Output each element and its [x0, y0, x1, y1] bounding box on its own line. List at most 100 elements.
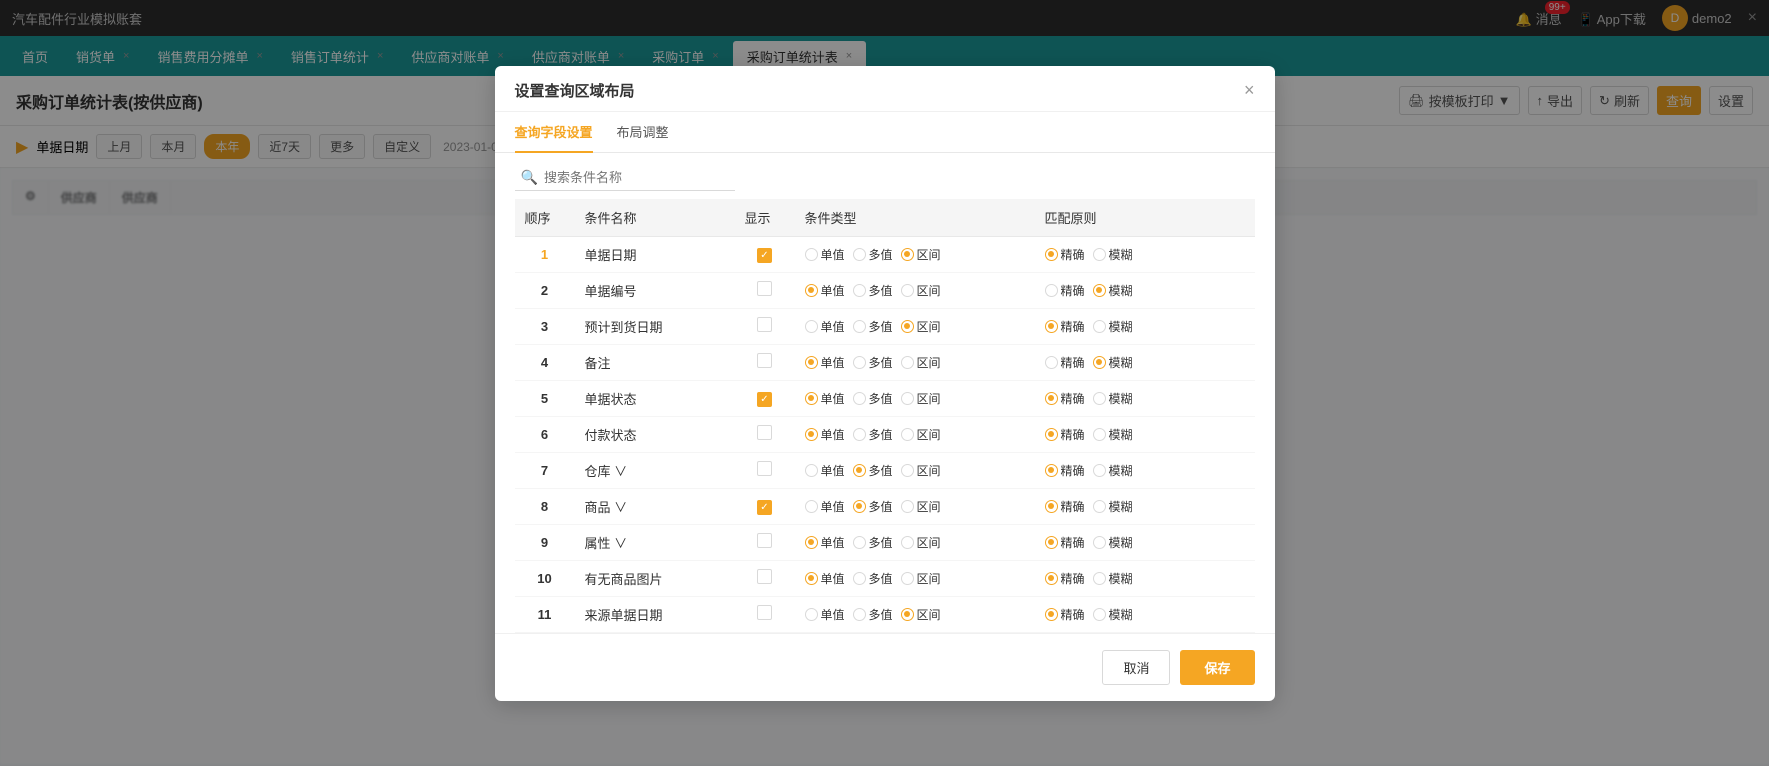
- type-option-多值-4[interactable]: 多值: [853, 390, 893, 407]
- search-input-wrap[interactable]: 🔍: [515, 165, 735, 191]
- display-checkbox-9[interactable]: [757, 569, 772, 584]
- type-radio-区间-1[interactable]: [901, 284, 914, 297]
- match-radio-精确-9[interactable]: [1045, 572, 1058, 585]
- display-checkbox-5[interactable]: [757, 425, 772, 440]
- type-radio-多值-3[interactable]: [853, 356, 866, 369]
- type-option-多值-6[interactable]: 多值: [853, 462, 893, 479]
- match-option-精确-8[interactable]: 精确: [1045, 534, 1085, 551]
- type-option-多值-2[interactable]: 多值: [853, 318, 893, 335]
- match-radio-模糊-2[interactable]: [1093, 320, 1106, 333]
- display-checkbox-6[interactable]: [757, 461, 772, 476]
- type-radio-区间-9[interactable]: [901, 572, 914, 585]
- search-input[interactable]: [544, 170, 724, 185]
- match-option-模糊-10[interactable]: 模糊: [1093, 606, 1133, 623]
- type-option-单值-0[interactable]: 单值: [805, 246, 845, 263]
- match-option-模糊-8[interactable]: 模糊: [1093, 534, 1133, 551]
- type-option-单值-6[interactable]: 单值: [805, 462, 845, 479]
- type-option-单值-5[interactable]: 单值: [805, 426, 845, 443]
- match-radio-模糊-9[interactable]: [1093, 572, 1106, 585]
- type-radio-区间-6[interactable]: [901, 464, 914, 477]
- match-radio-精确-4[interactable]: [1045, 392, 1058, 405]
- type-radio-多值-1[interactable]: [853, 284, 866, 297]
- match-radio-精确-6[interactable]: [1045, 464, 1058, 477]
- cancel-btn[interactable]: 取消: [1102, 650, 1170, 685]
- match-option-模糊-2[interactable]: 模糊: [1093, 318, 1133, 335]
- display-checkbox-2[interactable]: [757, 317, 772, 332]
- match-option-模糊-7[interactable]: 模糊: [1093, 498, 1133, 515]
- type-option-单值-9[interactable]: 单值: [805, 570, 845, 587]
- match-option-精确-0[interactable]: 精确: [1045, 246, 1085, 263]
- type-radio-单值-2[interactable]: [805, 320, 818, 333]
- match-radio-精确-1[interactable]: [1045, 284, 1058, 297]
- type-option-单值-2[interactable]: 单值: [805, 318, 845, 335]
- type-radio-多值-9[interactable]: [853, 572, 866, 585]
- match-option-模糊-3[interactable]: 模糊: [1093, 354, 1133, 371]
- match-radio-精确-10[interactable]: [1045, 608, 1058, 621]
- display-checkbox-8[interactable]: [757, 533, 772, 548]
- type-radio-区间-0[interactable]: [901, 248, 914, 261]
- type-radio-多值-6[interactable]: [853, 464, 866, 477]
- type-option-多值-7[interactable]: 多值: [853, 498, 893, 515]
- type-option-区间-10[interactable]: 区间: [901, 606, 941, 623]
- type-radio-单值-5[interactable]: [805, 428, 818, 441]
- match-radio-模糊-0[interactable]: [1093, 248, 1106, 261]
- type-option-单值-7[interactable]: 单值: [805, 498, 845, 515]
- type-option-多值-9[interactable]: 多值: [853, 570, 893, 587]
- type-radio-多值-4[interactable]: [853, 392, 866, 405]
- match-radio-精确-0[interactable]: [1045, 248, 1058, 261]
- type-radio-区间-10[interactable]: [901, 608, 914, 621]
- type-radio-区间-3[interactable]: [901, 356, 914, 369]
- match-option-精确-9[interactable]: 精确: [1045, 570, 1085, 587]
- display-checkbox-10[interactable]: [757, 605, 772, 620]
- match-radio-精确-3[interactable]: [1045, 356, 1058, 369]
- tab-layout-adjust[interactable]: 布局调整: [617, 112, 669, 153]
- match-option-精确-3[interactable]: 精确: [1045, 354, 1085, 371]
- type-option-区间-2[interactable]: 区间: [901, 318, 941, 335]
- type-option-多值-8[interactable]: 多值: [853, 534, 893, 551]
- type-radio-多值-5[interactable]: [853, 428, 866, 441]
- type-radio-单值-8[interactable]: [805, 536, 818, 549]
- match-radio-模糊-1[interactable]: [1093, 284, 1106, 297]
- type-option-区间-4[interactable]: 区间: [901, 390, 941, 407]
- modal-close-btn[interactable]: ×: [1244, 81, 1255, 99]
- type-option-单值-10[interactable]: 单值: [805, 606, 845, 623]
- type-option-区间-8[interactable]: 区间: [901, 534, 941, 551]
- match-radio-模糊-10[interactable]: [1093, 608, 1106, 621]
- match-option-模糊-1[interactable]: 模糊: [1093, 282, 1133, 299]
- type-radio-多值-10[interactable]: [853, 608, 866, 621]
- match-option-精确-1[interactable]: 精确: [1045, 282, 1085, 299]
- display-checkbox-1[interactable]: [757, 281, 772, 296]
- match-radio-模糊-4[interactable]: [1093, 392, 1106, 405]
- type-option-区间-9[interactable]: 区间: [901, 570, 941, 587]
- match-option-精确-7[interactable]: 精确: [1045, 498, 1085, 515]
- match-option-精确-4[interactable]: 精确: [1045, 390, 1085, 407]
- type-option-区间-6[interactable]: 区间: [901, 462, 941, 479]
- type-radio-多值-2[interactable]: [853, 320, 866, 333]
- match-option-模糊-6[interactable]: 模糊: [1093, 462, 1133, 479]
- type-radio-多值-0[interactable]: [853, 248, 866, 261]
- type-option-多值-0[interactable]: 多值: [853, 246, 893, 263]
- type-option-单值-3[interactable]: 单值: [805, 354, 845, 371]
- match-option-精确-6[interactable]: 精确: [1045, 462, 1085, 479]
- match-radio-模糊-5[interactable]: [1093, 428, 1106, 441]
- type-radio-单值-6[interactable]: [805, 464, 818, 477]
- type-option-单值-4[interactable]: 单值: [805, 390, 845, 407]
- type-radio-多值-7[interactable]: [853, 500, 866, 513]
- tab-query-fields[interactable]: 查询字段设置: [515, 112, 593, 153]
- match-radio-精确-7[interactable]: [1045, 500, 1058, 513]
- type-option-区间-1[interactable]: 区间: [901, 282, 941, 299]
- match-option-模糊-9[interactable]: 模糊: [1093, 570, 1133, 587]
- type-option-多值-10[interactable]: 多值: [853, 606, 893, 623]
- type-option-单值-1[interactable]: 单值: [805, 282, 845, 299]
- type-radio-单值-4[interactable]: [805, 392, 818, 405]
- display-checkbox-3[interactable]: [757, 353, 772, 368]
- match-option-精确-2[interactable]: 精确: [1045, 318, 1085, 335]
- type-option-单值-8[interactable]: 单值: [805, 534, 845, 551]
- match-option-模糊-0[interactable]: 模糊: [1093, 246, 1133, 263]
- match-radio-模糊-8[interactable]: [1093, 536, 1106, 549]
- type-radio-单值-10[interactable]: [805, 608, 818, 621]
- match-option-精确-10[interactable]: 精确: [1045, 606, 1085, 623]
- type-radio-区间-8[interactable]: [901, 536, 914, 549]
- type-option-区间-7[interactable]: 区间: [901, 498, 941, 515]
- match-radio-模糊-6[interactable]: [1093, 464, 1106, 477]
